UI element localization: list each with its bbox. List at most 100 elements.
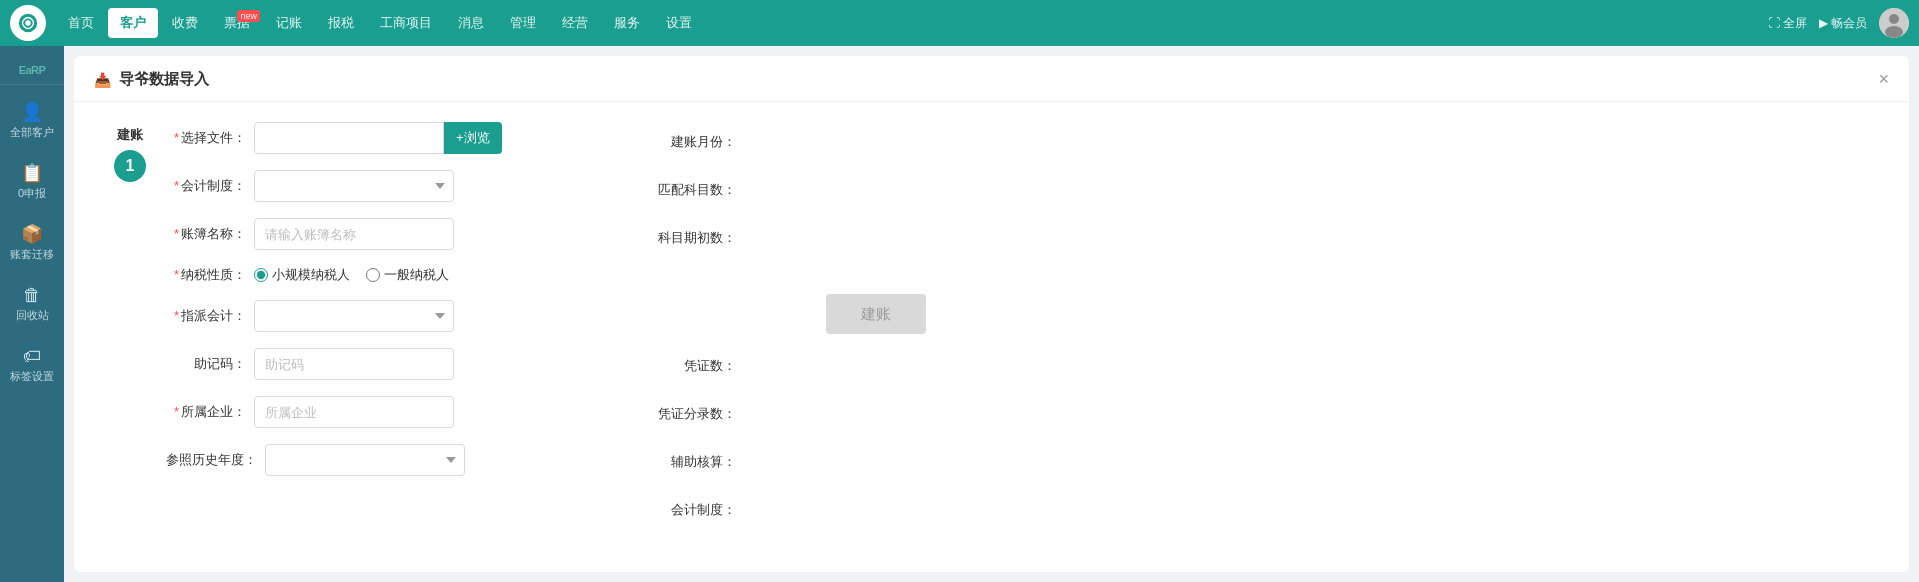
user-avatar[interactable] — [1879, 8, 1909, 38]
nav-item-invoice[interactable]: 票据 new — [212, 8, 262, 38]
nav-item-service[interactable]: 服务 — [602, 8, 652, 38]
account-name-input[interactable] — [254, 218, 454, 250]
declaration-icon: 📋 — [21, 164, 43, 182]
tax-type-row: *纳税性质： 小规模纳税人 一般纳税人 — [166, 266, 606, 284]
required-star-1: * — [174, 130, 179, 145]
sidebar-label-zero-declaration: 0申报 — [18, 186, 46, 201]
right-label-auxiliary: 辅助核算： — [646, 453, 736, 471]
required-star-6: * — [174, 404, 179, 419]
account-name-row: *账簿名称： — [166, 218, 606, 250]
card-title: 导爷数据导入 — [119, 70, 209, 89]
radio-small-scale-text: 小规模纳税人 — [272, 266, 350, 284]
company-row: *所属企业： — [166, 396, 606, 428]
right-label-subject-initial: 科目期初数： — [646, 229, 736, 247]
account-name-label: *账簿名称： — [166, 225, 246, 243]
right-row-accounting-system: 会计制度： — [646, 494, 926, 526]
radio-general-text: 一般纳税人 — [384, 266, 449, 284]
nav-item-settings[interactable]: 设置 — [654, 8, 704, 38]
right-row-auxiliary: 辅助核算： — [646, 446, 926, 478]
sidebar-item-zero-declaration[interactable]: 📋 0申报 — [0, 154, 64, 211]
step-indicator: 建账 1 — [114, 122, 146, 526]
tag-icon: 🏷 — [23, 347, 41, 365]
mnemonic-input[interactable] — [254, 348, 454, 380]
history-year-label: 参照历史年度： — [166, 451, 257, 469]
accounting-system-label: *会计制度： — [166, 177, 246, 195]
required-star-2: * — [174, 178, 179, 193]
right-panel: 建账月份： 匹配科目数： 科目期初数： 建账 — [646, 122, 926, 526]
sidebar-label-all-clients: 全部客户 — [10, 125, 54, 140]
sidebar-item-account-migration[interactable]: 📦 账套迁移 — [0, 215, 64, 272]
file-select-row: *选择文件： +浏览 — [166, 122, 606, 154]
nav-item-home[interactable]: 首页 — [56, 8, 106, 38]
right-label-accounting-system: 会计制度： — [646, 501, 736, 519]
accounting-system-select[interactable] — [254, 170, 454, 202]
migration-icon: 📦 — [21, 225, 43, 243]
file-input[interactable] — [254, 122, 444, 154]
radio-general-input[interactable] — [366, 268, 380, 282]
nav-item-operation[interactable]: 经营 — [550, 8, 600, 38]
fullscreen-icon: ⛶ — [1768, 16, 1780, 30]
jianzhang-button[interactable]: 建账 — [826, 294, 926, 334]
right-label-jianzhang-month: 建账月份： — [646, 133, 736, 151]
sidebar-label-tag-settings: 标签设置 — [10, 369, 54, 384]
required-star-5: * — [174, 308, 179, 323]
required-star-3: * — [174, 226, 179, 241]
company-input[interactable] — [254, 396, 454, 428]
play-icon: ▶ — [1819, 16, 1828, 30]
fullscreen-button[interactable]: ⛶ 全屏 — [1768, 15, 1807, 32]
import-icon: 📥 — [94, 72, 111, 88]
mnemonic-row: 助记码： — [166, 348, 606, 380]
file-select-label: *选择文件： — [166, 129, 246, 147]
required-star-4: * — [174, 267, 179, 282]
company-label: *所属企业： — [166, 403, 246, 421]
accountant-select[interactable] — [254, 300, 454, 332]
member-button[interactable]: ▶ 畅会员 — [1819, 15, 1867, 32]
history-year-select[interactable] — [265, 444, 465, 476]
tax-type-label: *纳税性质： — [166, 266, 246, 284]
left-section: 建账 1 *选择文件： +浏览 — [114, 122, 606, 526]
history-year-row: 参照历史年度： — [166, 444, 606, 476]
sidebar-item-all-clients[interactable]: 👤 全部客户 — [0, 93, 64, 150]
sidebar-label-recycle: 回收站 — [16, 308, 49, 323]
nav-item-client[interactable]: 客户 — [108, 8, 158, 38]
nav-item-message[interactable]: 消息 — [446, 8, 496, 38]
step-label: 建账 — [117, 126, 143, 144]
right-row-voucher-entries: 凭证分录数： — [646, 398, 926, 430]
right-row-subject-initial: 科目期初数： — [646, 222, 926, 254]
radio-general[interactable]: 一般纳税人 — [366, 266, 449, 284]
form-fields: *选择文件： +浏览 *会计制度： — [166, 122, 606, 526]
nav-item-manage[interactable]: 管理 — [498, 8, 548, 38]
step-circle: 1 — [114, 150, 146, 182]
svg-point-3 — [1889, 14, 1899, 24]
mnemonic-label: 助记码： — [166, 355, 246, 373]
right-row-jianzhang-month: 建账月份： — [646, 126, 926, 158]
sidebar-item-recycle[interactable]: 🗑 回收站 — [0, 276, 64, 333]
nav-item-business[interactable]: 工商项目 — [368, 8, 444, 38]
trash-icon: 🗑 — [23, 286, 41, 304]
card-header: 📥 导爷数据导入 × — [74, 56, 1909, 102]
sidebar-label-account-migration: 账套迁移 — [10, 247, 54, 262]
main-content-area: 📥 导爷数据导入 × 建账 1 *选择文件： — [64, 46, 1919, 582]
nav-right-area: ⛶ 全屏 ▶ 畅会员 — [1768, 8, 1909, 38]
radio-small-scale-input[interactable] — [254, 268, 268, 282]
radio-small-scale[interactable]: 小规模纳税人 — [254, 266, 350, 284]
user-icon: 👤 — [21, 103, 43, 121]
tax-type-radio-group: 小规模纳税人 一般纳税人 — [254, 266, 449, 284]
nav-item-fee[interactable]: 收费 — [160, 8, 210, 38]
main-layout: EaRP 👤 全部客户 📋 0申报 📦 账套迁移 🗑 回收站 🏷 标签设置 📥 — [0, 46, 1919, 582]
main-card: 📥 导爷数据导入 × 建账 1 *选择文件： — [74, 56, 1909, 572]
nav-item-bookkeeping[interactable]: 记账 — [264, 8, 314, 38]
accounting-system-row: *会计制度： — [166, 170, 606, 202]
app-logo[interactable] — [10, 5, 46, 41]
member-label: 畅会员 — [1831, 15, 1867, 32]
svg-point-1 — [25, 20, 31, 26]
new-badge: new — [237, 10, 260, 22]
form-area: 建账 1 *选择文件： +浏览 — [74, 102, 1909, 546]
close-button[interactable]: × — [1878, 70, 1889, 88]
right-label-match-subjects: 匹配科目数： — [646, 181, 736, 199]
browse-button[interactable]: +浏览 — [444, 122, 502, 154]
sidebar-item-tag-settings[interactable]: 🏷 标签设置 — [0, 337, 64, 394]
right-row-voucher-count: 凭证数： — [646, 350, 926, 382]
right-row-match-subjects: 匹配科目数： — [646, 174, 926, 206]
nav-item-tax[interactable]: 报税 — [316, 8, 366, 38]
